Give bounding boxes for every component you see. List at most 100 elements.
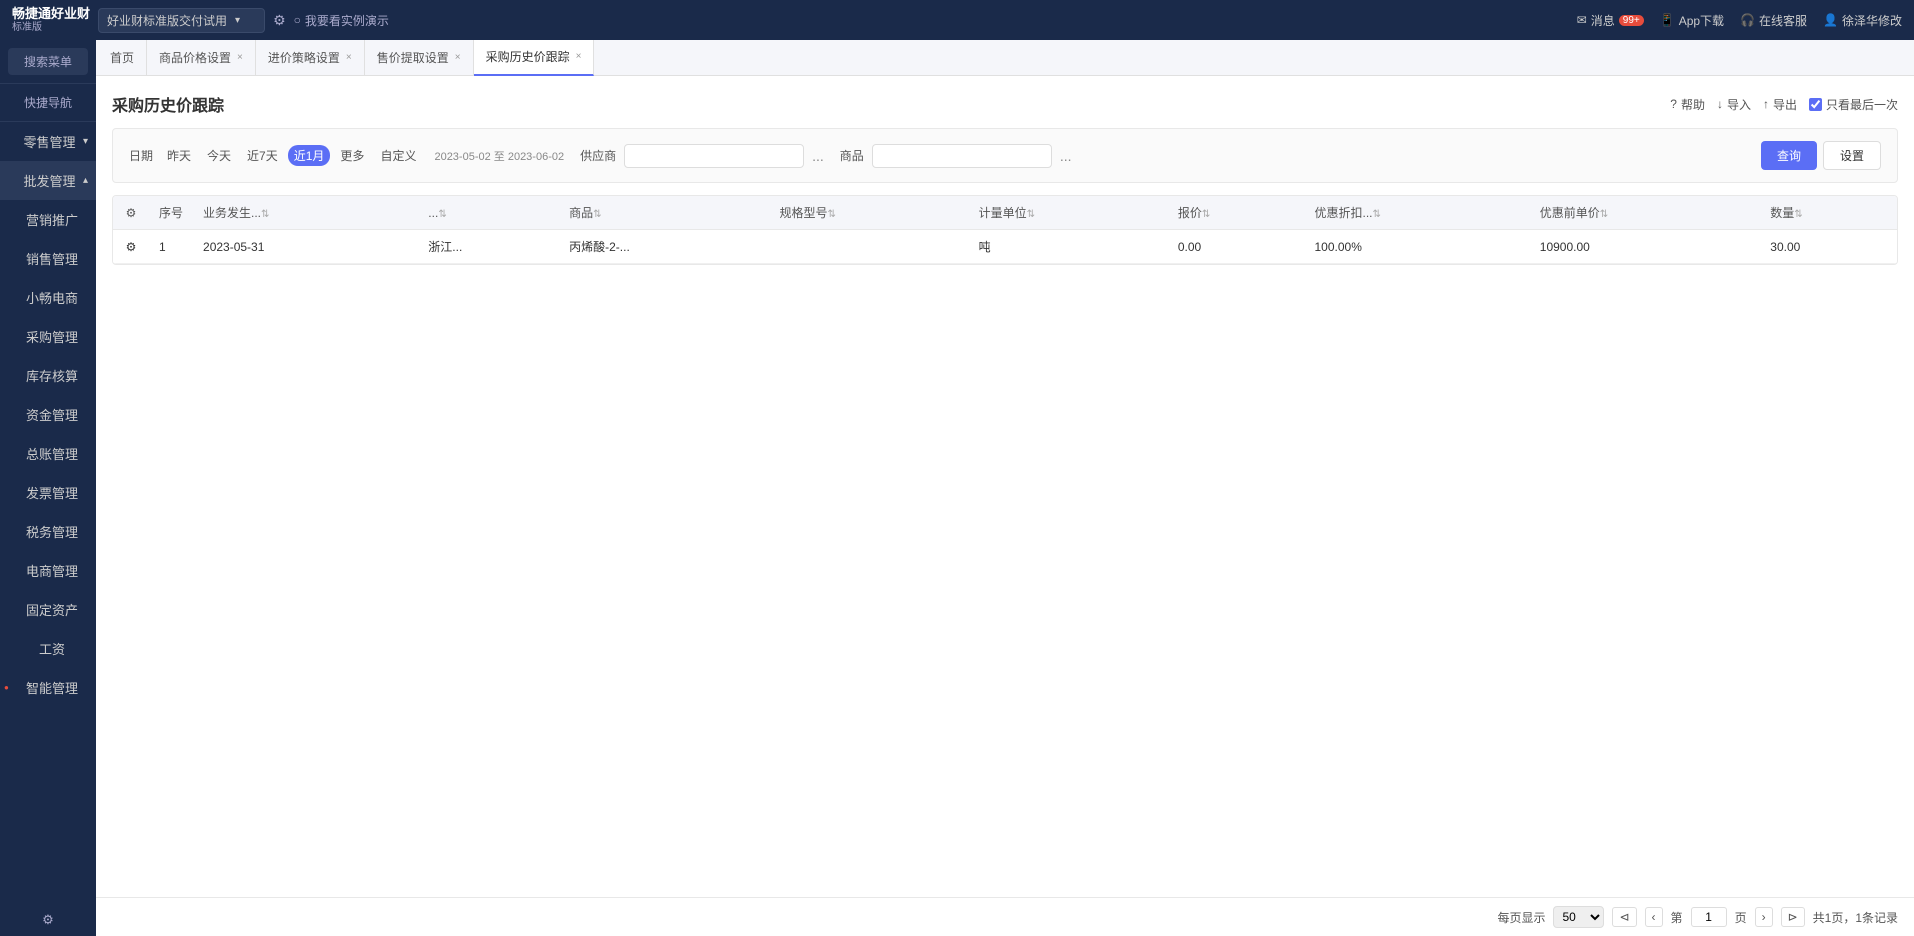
tab-sell_strategy[interactable]: 售价提取设置× <box>365 40 474 76</box>
sidebar-item-purchase[interactable]: 采购管理 <box>0 317 96 356</box>
supplier-more-icon[interactable]: ... <box>812 148 824 164</box>
sidebar-item-ecommerce[interactable]: 电商管理 <box>0 551 96 590</box>
col-header-discount_pct[interactable]: 优惠折扣...⇅ <box>1305 196 1530 230</box>
filter-row: 日期 昨天今天近7天近1月更多自定义 2023-05-02 至 2023-06-… <box>129 141 1881 170</box>
sidebar-item-ecommerce_small[interactable]: 小畅电商 <box>0 278 96 317</box>
cell-date: 2023-05-31 <box>193 230 418 264</box>
col-header-more_col[interactable]: ...⇅ <box>418 196 559 230</box>
search-menu-button[interactable]: 搜索菜单 <box>8 48 88 75</box>
date-option-yesterday[interactable]: 昨天 <box>161 145 197 166</box>
top-bar-left: 畅捷通好业财 标准版 好业财标准版交付试用 ▾ ⚙ ○ 我要看实例演示 <box>12 6 389 34</box>
sidebar-item-assets[interactable]: 固定资产 <box>0 590 96 629</box>
top-bar-right: ✉ 消息 99+ 📱 App下载 🎧 在线客服 👤 徐泽华修改 <box>1577 12 1902 29</box>
pagination-bar: 每页显示 50 100 200 ⊲ ‹ 第 页 › ⊳ 共1页，1条记录 <box>96 897 1914 936</box>
page-header: 采购历史价跟踪 ? 帮助 ↓ 导入 ↑ 导出 <box>112 92 1898 116</box>
tab-bar: 首页商品价格设置×进价策略设置×售价提取设置×采购历史价跟踪× <box>96 40 1914 76</box>
col-header-product[interactable]: 商品⇅ <box>559 196 769 230</box>
app-download-button[interactable]: 📱 App下载 <box>1660 12 1724 29</box>
next-page-button[interactable]: › <box>1755 907 1773 927</box>
settings-button[interactable]: 设置 <box>1823 141 1881 170</box>
sidebar-settings-button[interactable]: ⚙ <box>0 904 96 936</box>
demo-link[interactable]: ○ 我要看实例演示 <box>294 12 389 29</box>
date-option-last1m[interactable]: 近1月 <box>288 145 331 166</box>
tab-history_price[interactable]: 采购历史价跟踪× <box>474 40 595 76</box>
sidebar-item-label: 发票管理 <box>16 483 88 502</box>
import-button[interactable]: ↓ 导入 <box>1717 96 1751 113</box>
top-bar: 畅捷通好业财 标准版 好业财标准版交付试用 ▾ ⚙ ○ 我要看实例演示 ✉ 消息… <box>0 0 1914 40</box>
product-more-icon[interactable]: ... <box>1060 148 1072 164</box>
sort-icon: ⇅ <box>1600 209 1608 220</box>
supplier-filter-label: 供应商 <box>580 147 616 164</box>
data-table: ⚙序号业务发生...⇅...⇅商品⇅规格型号⇅计量单位⇅报价⇅优惠折扣...⇅优… <box>113 196 1897 264</box>
close-icon[interactable]: × <box>346 52 352 63</box>
sidebar-item-label: 批发管理 <box>16 171 83 190</box>
message-button[interactable]: ✉ 消息 99+ <box>1577 12 1644 29</box>
message-icon: ✉ <box>1577 13 1587 27</box>
date-option-today[interactable]: 今天 <box>201 145 237 166</box>
online-service-button[interactable]: 🎧 在线客服 <box>1740 12 1807 29</box>
query-button[interactable]: 查询 <box>1761 141 1817 170</box>
sidebar-item-label: 零售管理 <box>16 132 83 151</box>
supplier-input[interactable] <box>624 144 804 168</box>
last-page-button[interactable]: ⊳ <box>1781 907 1805 927</box>
sidebar-item-wholesale[interactable]: 批发管理▴ <box>0 161 96 200</box>
export-button[interactable]: ↑ 导出 <box>1763 96 1797 113</box>
cell-qty: 30.00 <box>1760 230 1897 264</box>
product-input[interactable] <box>872 144 1052 168</box>
col-header-price[interactable]: 报价⇅ <box>1168 196 1305 230</box>
sidebar-item-label: 采购管理 <box>16 327 88 346</box>
col-header-date[interactable]: 业务发生...⇅ <box>193 196 418 230</box>
close-icon[interactable]: × <box>237 52 243 63</box>
close-icon[interactable]: × <box>455 52 461 63</box>
tab-purchase_strategy[interactable]: 进价策略设置 × <box>256 40 365 76</box>
table-header: ⚙序号业务发生...⇅...⇅商品⇅规格型号⇅计量单位⇅报价⇅优惠折扣...⇅优… <box>113 196 1897 230</box>
content-area: 首页商品价格设置×进价策略设置×售价提取设置×采购历史价跟踪× 采购历史价跟踪 … <box>96 40 1914 936</box>
tab-label: 进价策略设置 <box>268 49 340 66</box>
tab-price[interactable]: 商品价格设置× <box>147 40 256 76</box>
cell-price: 0.00 <box>1168 230 1305 264</box>
sidebar-item-tax[interactable]: 税务管理 <box>0 512 96 551</box>
main-layout: 搜索菜单 快捷导航 零售管理▾批发管理▴营销推广销售管理小畅电商采购管理库存核算… <box>0 40 1914 936</box>
app-logo: 畅捷通好业财 标准版 <box>12 6 90 34</box>
sidebar-item-payroll[interactable]: 工资 <box>0 629 96 668</box>
page-actions: ? 帮助 ↓ 导入 ↑ 导出 只看最后一次 <box>1670 96 1898 113</box>
sidebar: 搜索菜单 快捷导航 零售管理▾批发管理▴营销推广销售管理小畅电商采购管理库存核算… <box>0 40 96 936</box>
col-header-qty[interactable]: 数量⇅ <box>1760 196 1897 230</box>
sidebar-item-ledger[interactable]: 总账管理 <box>0 434 96 473</box>
date-option-more[interactable]: 更多 <box>334 145 370 166</box>
chevron-down-icon: ▾ <box>235 15 240 26</box>
version-selector[interactable]: 好业财标准版交付试用 ▾ <box>98 8 265 33</box>
date-option-custom[interactable]: 自定义 <box>374 145 422 166</box>
date-option-last7[interactable]: 近7天 <box>241 145 284 166</box>
sidebar-item-inventory[interactable]: 库存核算 <box>0 356 96 395</box>
per-page-select[interactable]: 50 100 200 <box>1553 906 1604 928</box>
sidebar-item-marketing[interactable]: 营销推广 <box>0 200 96 239</box>
sidebar-item-label: 工资 <box>16 639 88 658</box>
sidebar-search-section: 搜索菜单 <box>0 40 96 84</box>
tab-home[interactable]: 首页 <box>100 40 147 76</box>
phone-icon: 📱 <box>1660 13 1675 27</box>
sidebar-item-invoice[interactable]: 发票管理 <box>0 473 96 512</box>
last-only-checkbox-label[interactable]: 只看最后一次 <box>1809 96 1898 113</box>
sidebar-item-smart[interactable]: 智能管理 <box>0 668 96 707</box>
export-icon: ↑ <box>1763 97 1769 111</box>
col-header-unit[interactable]: 计量单位⇅ <box>969 196 1168 230</box>
sidebar-item-retail[interactable]: 零售管理▾ <box>0 122 96 161</box>
sidebar-item-finance[interactable]: 资金管理 <box>0 395 96 434</box>
topbar-settings-icon[interactable]: ⚙ <box>273 12 286 29</box>
last-only-checkbox[interactable] <box>1809 98 1822 111</box>
col-header-pre_discount_price[interactable]: 优惠前单价⇅ <box>1530 196 1761 230</box>
prev-page-button[interactable]: ‹ <box>1645 907 1663 927</box>
first-page-button[interactable]: ⊲ <box>1612 907 1636 927</box>
col-header-spec[interactable]: 规格型号⇅ <box>769 196 968 230</box>
page-number-input[interactable] <box>1691 907 1727 927</box>
table-container: ⚙序号业务发生...⇅...⇅商品⇅规格型号⇅计量单位⇅报价⇅优惠折扣...⇅优… <box>112 195 1898 265</box>
user-menu[interactable]: 👤 徐泽华修改 <box>1823 12 1902 29</box>
filter-actions: 查询 设置 <box>1761 141 1881 170</box>
quick-nav-button[interactable]: 快捷导航 <box>0 88 96 117</box>
close-icon[interactable]: × <box>576 51 582 62</box>
help-link[interactable]: ? 帮助 <box>1670 96 1705 113</box>
cell-supplier: 浙江... <box>418 230 559 264</box>
sidebar-item-sales[interactable]: 销售管理 <box>0 239 96 278</box>
chevron-icon: ▴ <box>83 175 88 186</box>
